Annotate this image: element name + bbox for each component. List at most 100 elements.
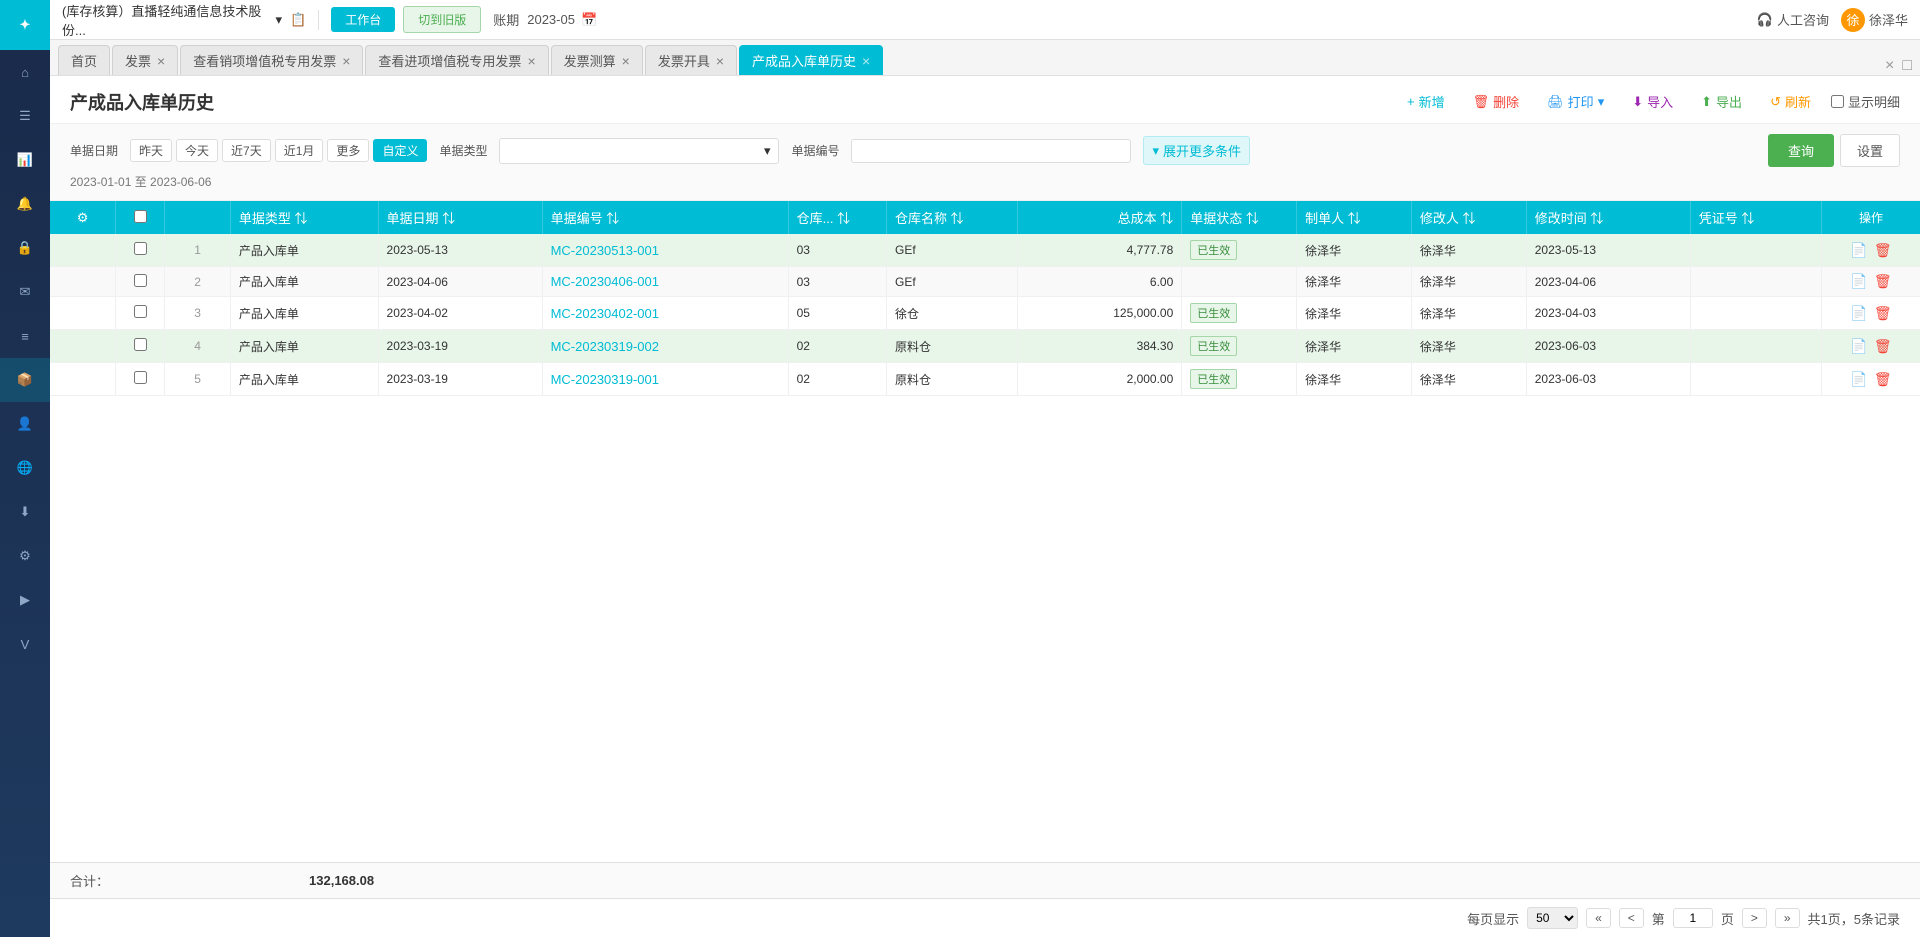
print-button[interactable]: 🖨 打印 ▾ [1539, 88, 1612, 115]
export-button[interactable]: ⬆ 导出 [1693, 88, 1750, 115]
tab-product-history[interactable]: 产成品入库单历史 × [739, 45, 883, 75]
row-delete-btn-1[interactable]: 🗑 [1874, 273, 1892, 290]
row-checkbox-3[interactable] [134, 338, 147, 351]
per-page-select[interactable]: 50 20 100 [1527, 907, 1578, 929]
search-button[interactable]: 查询 [1768, 134, 1834, 167]
row-check-2[interactable] [116, 297, 165, 330]
expand-filter-button[interactable]: ▾ 展开更多条件 [1143, 136, 1250, 165]
first-page-button[interactable]: « [1586, 908, 1611, 928]
row-delete-btn-3[interactable]: 🗑 [1874, 338, 1892, 355]
row-num-link-4[interactable]: MC-20230319-001 [551, 372, 659, 387]
sidebar-item-gear[interactable]: ⚙ [0, 534, 50, 578]
row-num-link-1[interactable]: MC-20230406-001 [551, 274, 659, 289]
th-warehouse-name[interactable]: 仓库名称 ⇅ [887, 201, 1018, 234]
tab-calc[interactable]: 发票测算 × [551, 45, 643, 75]
show-detail-toggle[interactable]: 显示明细 [1831, 92, 1900, 111]
row-check-4[interactable] [116, 363, 165, 396]
th-modifier[interactable]: 修改人 ⇅ [1411, 201, 1526, 234]
th-num[interactable]: 单据编号 ⇅ [542, 201, 788, 234]
tab-product-history-close[interactable]: × [862, 54, 870, 68]
tab-open[interactable]: 发票开具 × [645, 45, 737, 75]
sidebar-item-box[interactable]: 📦 [0, 358, 50, 402]
tab-open-close[interactable]: × [716, 54, 724, 68]
date-btn-today[interactable]: 今天 [176, 139, 218, 162]
company-dropdown-icon[interactable]: ▾ [275, 12, 282, 28]
th-check[interactable] [116, 201, 165, 234]
sidebar-item-play[interactable]: ▶ [0, 578, 50, 622]
next-page-button[interactable]: > [1742, 908, 1767, 928]
row-edit-btn-0[interactable]: 📄 [1850, 242, 1867, 259]
type-filter-select[interactable]: ▾ [499, 138, 779, 164]
th-settings[interactable]: ⚙ [50, 201, 116, 234]
add-button[interactable]: + 新增 [1399, 88, 1453, 115]
switch-version-button[interactable]: 切到旧版 [403, 6, 481, 33]
sidebar-item-lock[interactable]: 🔒 [0, 226, 50, 270]
row-edit-btn-1[interactable]: 📄 [1850, 273, 1867, 290]
sidebar-item-alert[interactable]: 🔔 [0, 182, 50, 226]
last-page-button[interactable]: » [1775, 908, 1800, 928]
row-num-0[interactable]: MC-20230513-001 [542, 234, 788, 267]
row-edit-btn-3[interactable]: 📄 [1850, 338, 1867, 355]
th-warehouse-code[interactable]: 仓库... ⇅ [788, 201, 886, 234]
row-num-1[interactable]: MC-20230406-001 [542, 267, 788, 297]
calendar-icon[interactable]: 📅 [581, 12, 597, 28]
tab-view-output-close[interactable]: × [342, 54, 350, 68]
copy-icon[interactable]: 📋 [290, 12, 306, 28]
row-check-0[interactable] [116, 234, 165, 267]
row-delete-btn-2[interactable]: 🗑 [1874, 305, 1892, 322]
delete-button[interactable]: 🗑 删除 [1465, 88, 1528, 115]
row-num-2[interactable]: MC-20230402-001 [542, 297, 788, 330]
row-delete-btn-0[interactable]: 🗑 [1874, 242, 1892, 259]
th-creator[interactable]: 制单人 ⇅ [1297, 201, 1412, 234]
date-btn-1month[interactable]: 近1月 [275, 139, 324, 162]
row-checkbox-2[interactable] [134, 305, 147, 318]
sidebar-item-home[interactable]: ⌂ [0, 50, 50, 94]
tab-view-input[interactable]: 查看进项增值税专用发票 × [365, 45, 548, 75]
select-all-checkbox[interactable] [134, 210, 147, 223]
tab-invoice[interactable]: 发票 × [112, 45, 178, 75]
sidebar-item-chart[interactable]: 📊 [0, 138, 50, 182]
th-total-cost[interactable]: 总成本 ⇅ [1018, 201, 1182, 234]
row-num-3[interactable]: MC-20230319-002 [542, 330, 788, 363]
date-btn-more[interactable]: 更多 [327, 139, 369, 162]
sidebar-item-globe[interactable]: 🌐 [0, 446, 50, 490]
row-edit-btn-2[interactable]: 📄 [1850, 305, 1867, 322]
show-detail-checkbox[interactable] [1831, 95, 1844, 108]
tab-home[interactable]: 首页 [58, 45, 110, 75]
row-checkbox-4[interactable] [134, 371, 147, 384]
reset-button[interactable]: 设置 [1840, 134, 1900, 167]
row-num-link-0[interactable]: MC-20230513-001 [551, 243, 659, 258]
tab-view-output[interactable]: 查看销项增值税专用发票 × [180, 45, 363, 75]
th-modify-time[interactable]: 修改时间 ⇅ [1526, 201, 1690, 234]
import-button[interactable]: ⬇ 导入 [1624, 88, 1681, 115]
row-edit-btn-4[interactable]: 📄 [1850, 371, 1867, 388]
row-checkbox-0[interactable] [134, 242, 147, 255]
row-num-4[interactable]: MC-20230319-001 [542, 363, 788, 396]
prev-page-button[interactable]: < [1619, 908, 1644, 928]
tab-invoice-close[interactable]: × [157, 54, 165, 68]
th-voucher[interactable]: 凭证号 ⇅ [1690, 201, 1821, 234]
row-delete-btn-4[interactable]: 🗑 [1874, 371, 1892, 388]
sidebar-item-docs[interactable]: ☰ [0, 94, 50, 138]
row-checkbox-1[interactable] [134, 274, 147, 287]
tabbar-maximize[interactable]: □ [1902, 57, 1912, 75]
sidebar-item-download[interactable]: ⬇ [0, 490, 50, 534]
date-btn-custom[interactable]: 自定义 [373, 139, 427, 162]
sidebar-item-v[interactable]: V [0, 622, 50, 666]
row-check-3[interactable] [116, 330, 165, 363]
date-btn-7days[interactable]: 近7天 [222, 139, 271, 162]
workbench-button[interactable]: 工作台 [331, 7, 395, 32]
th-date[interactable]: 单据日期 ⇅ [378, 201, 542, 234]
tabbar-close-all[interactable]: × [1885, 57, 1894, 75]
tab-calc-close[interactable]: × [622, 54, 630, 68]
th-type[interactable]: 单据类型 ⇅ [230, 201, 378, 234]
num-filter-input[interactable] [851, 139, 1131, 163]
user-menu[interactable]: 徐 徐泽华 [1841, 8, 1908, 32]
row-num-link-3[interactable]: MC-20230319-002 [551, 339, 659, 354]
refresh-button[interactable]: ↺ 刷新 [1762, 88, 1819, 115]
sidebar-item-person[interactable]: 👤 [0, 402, 50, 446]
help-button[interactable]: 🎧 人工咨询 [1757, 10, 1829, 29]
page-number-input[interactable] [1673, 908, 1713, 928]
sidebar-item-mail[interactable]: ✉ [0, 270, 50, 314]
sidebar-item-list[interactable]: ≡ [0, 314, 50, 358]
